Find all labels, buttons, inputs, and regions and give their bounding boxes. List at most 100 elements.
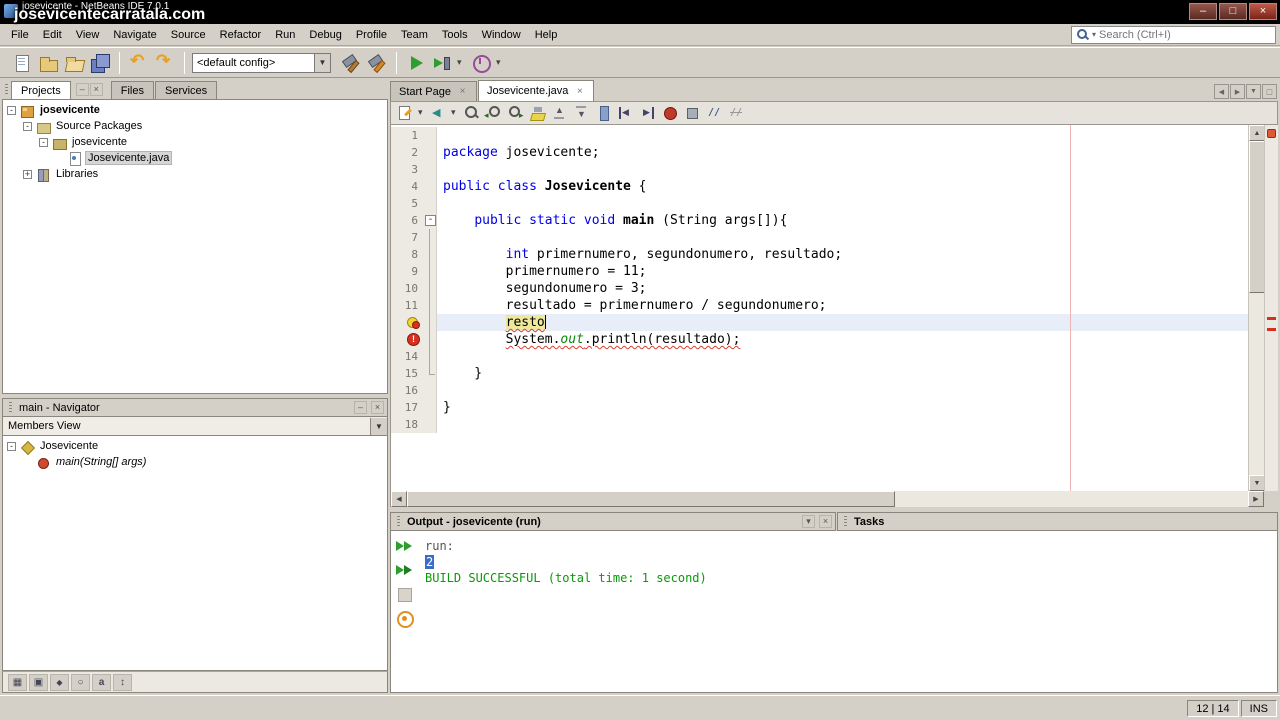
members-view-select[interactable]: Members View ▼ xyxy=(2,416,388,435)
tab-projects[interactable]: Projects xyxy=(11,81,71,99)
config-select[interactable]: <default config> ▼ xyxy=(192,52,331,73)
toggle-bookmark-button[interactable] xyxy=(593,103,614,123)
error-stripe-mark[interactable] xyxy=(1267,317,1276,320)
collapse-toggle[interactable]: - xyxy=(7,105,16,115)
next-bookmark-button[interactable] xyxy=(571,103,592,123)
find-button[interactable] xyxy=(461,103,482,123)
chevron-down-icon[interactable]: ▼ xyxy=(370,417,387,435)
code-text[interactable] xyxy=(437,161,1248,178)
editor-vertical-scrollbar[interactable]: ▲ ▼ xyxy=(1248,125,1265,491)
title-bar[interactable]: josevicente - NetBeans IDE 7.0.1 josevic… xyxy=(0,0,1280,24)
shift-left-button[interactable] xyxy=(615,103,636,123)
rerun-button[interactable] xyxy=(395,537,413,555)
line-number[interactable]: 11 xyxy=(391,297,423,314)
code-text[interactable] xyxy=(437,229,1248,246)
menu-debug[interactable]: Debug xyxy=(302,26,348,44)
tab-services[interactable]: Services xyxy=(154,81,218,99)
sort-alpha-button[interactable] xyxy=(92,673,111,691)
line-number[interactable]: 18 xyxy=(391,416,423,433)
back-button[interactable] xyxy=(428,103,449,123)
code-fold-toggle[interactable] xyxy=(423,212,437,229)
output-text[interactable]: run: 2 BUILD SUCCESSFUL (total time: 1 sec… xyxy=(417,531,1277,692)
scrollbar-track[interactable] xyxy=(1249,141,1265,475)
menu-run[interactable]: Run xyxy=(268,26,302,44)
line-number[interactable] xyxy=(391,331,423,348)
minimize-button[interactable]: – xyxy=(1189,3,1217,20)
toggle-breakpoint-button[interactable] xyxy=(659,103,680,123)
search-input[interactable] xyxy=(1099,28,1271,41)
shift-right-button[interactable] xyxy=(637,103,658,123)
drag-grip[interactable] xyxy=(5,83,8,96)
profile-dropdown[interactable] xyxy=(495,51,506,75)
code-text[interactable]: public static void main (String args[]){ xyxy=(437,212,1248,229)
insert-mode-indicator[interactable]: INS xyxy=(1240,699,1277,717)
run-button[interactable] xyxy=(404,51,428,75)
line-number[interactable]: 4 xyxy=(391,178,423,195)
menu-file[interactable]: File xyxy=(4,26,36,44)
expand-toggle[interactable]: + xyxy=(23,169,32,179)
menu-edit[interactable]: Edit xyxy=(36,26,69,44)
menu-team[interactable]: Team xyxy=(394,26,435,44)
collapse-toggle[interactable]: - xyxy=(7,441,16,451)
line-number[interactable]: 15 xyxy=(391,365,423,382)
collapse-toggle[interactable]: - xyxy=(23,121,32,131)
quick-search[interactable]: ▾ xyxy=(1071,25,1276,44)
editor-tab-josevicente-java[interactable]: Josevicente.java × xyxy=(477,80,595,101)
menu-refactor[interactable]: Refactor xyxy=(213,26,269,44)
find-previous-button[interactable] xyxy=(483,103,504,123)
profile-button[interactable] xyxy=(469,51,493,75)
minimize-window-button[interactable]: – xyxy=(354,401,367,414)
code-text[interactable]: primernumero = 11; xyxy=(437,263,1248,280)
scroll-right-button[interactable]: ▶ xyxy=(1248,491,1264,507)
line-number[interactable]: 3 xyxy=(391,161,423,178)
menu-window[interactable]: Window xyxy=(475,26,528,44)
line-number[interactable]: 1 xyxy=(391,127,423,144)
tree-item-main-string-args[interactable]: main(String[] args) xyxy=(3,454,387,470)
line-number[interactable]: 9 xyxy=(391,263,423,280)
line-number[interactable]: 5 xyxy=(391,195,423,212)
opened-documents-button[interactable] xyxy=(1246,84,1261,99)
undo-button[interactable] xyxy=(127,51,151,75)
tree-item-josevicente[interactable]: - josevicente xyxy=(3,134,387,150)
output-header[interactable]: Output - josevicente (run) ▾ × xyxy=(390,512,836,531)
tab-files[interactable]: Files xyxy=(110,81,154,99)
close-window-button[interactable]: × xyxy=(371,401,384,414)
code-text[interactable]: public class Josevicente { xyxy=(437,178,1248,195)
scroll-down-button[interactable]: ▼ xyxy=(1249,475,1265,491)
tree-item-josevicente[interactable]: - Josevicente xyxy=(3,438,387,454)
sort-source-button[interactable] xyxy=(113,673,132,691)
code-text[interactable]: package josevicente; xyxy=(437,144,1248,161)
toggle-highlight-button[interactable] xyxy=(527,103,548,123)
code-text[interactable] xyxy=(437,382,1248,399)
code-text[interactable]: resultado = primernumero / segundonumero… xyxy=(437,297,1248,314)
editor-horizontal-scrollbar[interactable]: ◀ ▶ xyxy=(390,491,1264,507)
scroll-tabs-left-button[interactable] xyxy=(1214,84,1229,99)
line-number[interactable]: 8 xyxy=(391,246,423,263)
scroll-left-button[interactable]: ◀ xyxy=(391,491,407,507)
ant-settings-button[interactable] xyxy=(395,609,414,628)
close-tab-icon[interactable]: × xyxy=(574,86,585,97)
code-text[interactable]: resto xyxy=(437,314,1248,331)
rerun-debug-button[interactable] xyxy=(395,561,413,579)
build-button[interactable] xyxy=(339,51,363,75)
menu-tools[interactable]: Tools xyxy=(435,26,475,44)
scrollbar-thumb[interactable] xyxy=(1249,141,1265,293)
redo-button[interactable] xyxy=(153,51,177,75)
menu-profile[interactable]: Profile xyxy=(349,26,394,44)
file-status-indicator[interactable] xyxy=(1267,129,1276,138)
show-non-public-button[interactable] xyxy=(71,673,90,691)
menu-source[interactable]: Source xyxy=(164,26,213,44)
maximize-button[interactable]: □ xyxy=(1219,3,1247,20)
new-file-button[interactable] xyxy=(10,51,34,75)
code-editor[interactable]: 1 2 package josevicente; 3 4 public class Jos… xyxy=(390,125,1278,491)
hint-bulb-icon[interactable] xyxy=(407,316,420,329)
open-project-button[interactable] xyxy=(62,51,86,75)
debug-dropdown[interactable] xyxy=(456,51,467,75)
line-number[interactable]: 14 xyxy=(391,348,423,365)
record-macro-button[interactable] xyxy=(681,103,702,123)
save-all-button[interactable] xyxy=(88,51,112,75)
drag-grip[interactable] xyxy=(397,515,400,528)
code-text[interactable] xyxy=(437,195,1248,212)
close-window-button[interactable]: × xyxy=(89,83,103,96)
scroll-tabs-right-button[interactable] xyxy=(1230,84,1245,99)
